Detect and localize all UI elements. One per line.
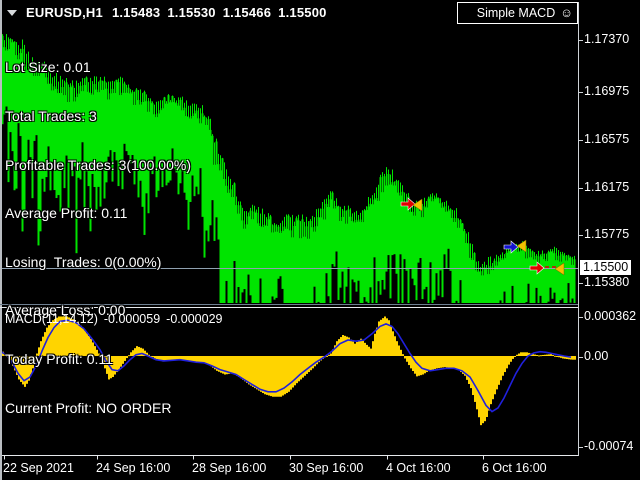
macd-panel-area[interactable] (2, 308, 578, 455)
chart-window: EURUSD,H1 1.15483 1.15530 1.15466 1.1550… (0, 0, 640, 480)
price-axis[interactable] (578, 2, 640, 455)
main-chart-area[interactable] (2, 2, 578, 303)
time-axis[interactable] (2, 457, 578, 480)
